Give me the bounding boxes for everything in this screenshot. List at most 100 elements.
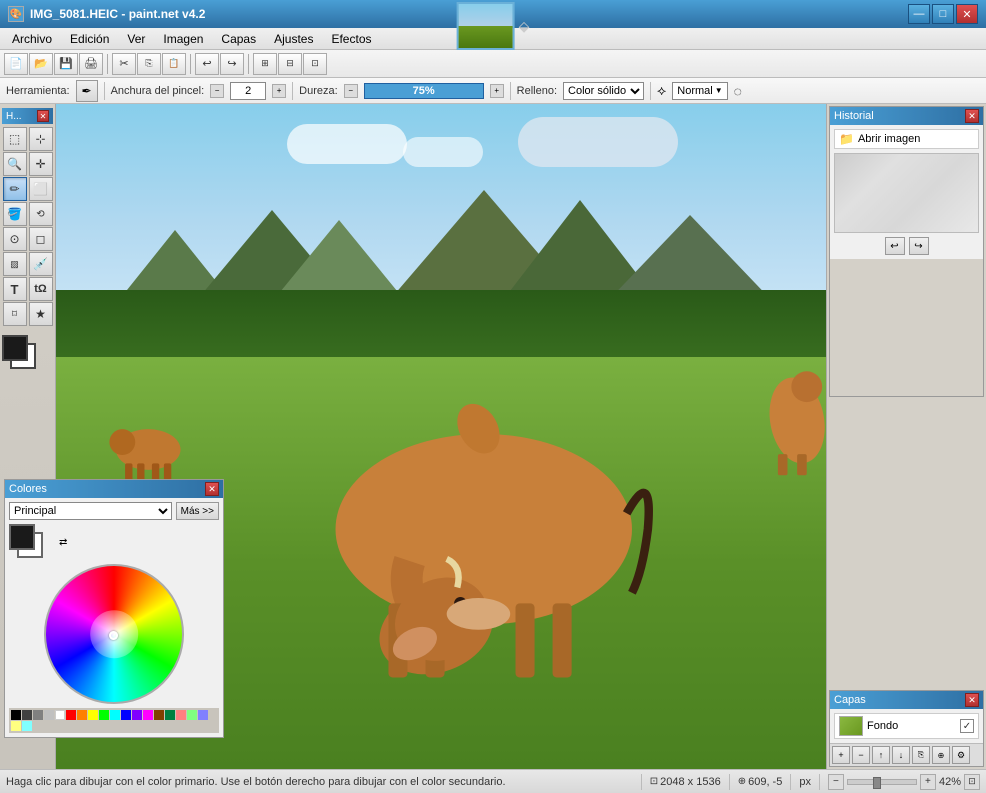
copy-button[interactable]: ⎘ xyxy=(137,53,161,75)
cut-button[interactable]: ✂ xyxy=(112,53,136,75)
close-button[interactable]: ✕ xyxy=(956,4,978,24)
minimize-button[interactable]: — xyxy=(908,4,930,24)
window-controls[interactable]: — □ ✕ xyxy=(908,4,978,24)
zoom-reset-button[interactable]: ⊡ xyxy=(964,774,980,790)
blend-mode-dropdown[interactable]: Normal ▼ xyxy=(672,82,727,100)
zoom-in-button[interactable]: + xyxy=(920,774,936,790)
brush-plus[interactable]: + xyxy=(272,84,286,98)
layer-item-0[interactable]: Fondo ✓ xyxy=(834,713,979,739)
swatch-lime[interactable] xyxy=(99,710,109,720)
history-item-0[interactable]: 📁 Abrir imagen xyxy=(834,129,979,149)
swatch-lightgreen[interactable] xyxy=(187,710,197,720)
layer-delete-button[interactable]: − xyxy=(852,746,870,764)
brush-minus[interactable]: − xyxy=(210,84,224,98)
hardness-plus[interactable]: + xyxy=(490,84,504,98)
colorpick-tool[interactable]: 💉 xyxy=(29,252,53,276)
open-button[interactable]: 📂 xyxy=(29,53,53,75)
history-redo-button[interactable]: ↪ xyxy=(909,237,929,255)
eraser-tool[interactable]: ⬜ xyxy=(29,177,53,201)
history-close-button[interactable]: ✕ xyxy=(965,109,979,123)
layer-down-button[interactable]: ↓ xyxy=(892,746,910,764)
magic-wand-tool[interactable]: ★ xyxy=(29,302,53,326)
save-button[interactable]: 💾 xyxy=(54,53,78,75)
gradient-tool[interactable]: ▨ xyxy=(3,252,27,276)
swatch-yellow[interactable] xyxy=(88,710,98,720)
swatch-magenta[interactable] xyxy=(143,710,153,720)
menu-archivo[interactable]: Archivo xyxy=(4,30,60,48)
layer-up-button[interactable]: ↑ xyxy=(872,746,890,764)
print-button[interactable]: 🖨 xyxy=(79,53,103,75)
zoom-fit-button[interactable]: ⊡ xyxy=(303,53,327,75)
zoom-in-toolbar-button[interactable]: ⊞ xyxy=(253,53,277,75)
swatch-darkgreen[interactable] xyxy=(165,710,175,720)
paste-button[interactable]: 📋 xyxy=(162,53,186,75)
toolbox-close[interactable]: ✕ xyxy=(37,110,49,122)
color-mode-select[interactable]: Principal xyxy=(9,502,172,520)
menu-edicion[interactable]: Edición xyxy=(62,30,117,48)
maximize-button[interactable]: □ xyxy=(932,4,954,24)
swatch-orange[interactable] xyxy=(77,710,87,720)
swatch-cyan[interactable] xyxy=(110,710,120,720)
zoom-slider-thumb[interactable] xyxy=(873,777,881,789)
image-dimensions: 2048 x 1536 xyxy=(660,776,721,788)
primary-color-box[interactable] xyxy=(2,335,28,361)
recolor-tool[interactable]: ⟲ xyxy=(29,202,53,226)
paint-tool[interactable]: ✏ xyxy=(3,177,27,201)
swatch-darkgray[interactable] xyxy=(22,710,32,720)
swatch-brown[interactable] xyxy=(154,710,164,720)
thumbnail[interactable] xyxy=(457,2,515,50)
select-rect-tool[interactable]: ⬚ xyxy=(3,127,27,151)
swatch-red[interactable] xyxy=(66,710,76,720)
zoom-tool[interactable]: 🔍 xyxy=(3,152,27,176)
swatch-lightred[interactable] xyxy=(176,710,186,720)
colors-close-button[interactable]: ✕ xyxy=(205,482,219,496)
layer-properties-button[interactable]: ⚙ xyxy=(952,746,970,764)
alpha-btn[interactable]: ◌ xyxy=(734,83,742,99)
pan-tool[interactable]: ✛ xyxy=(29,152,53,176)
stamp-tool[interactable]: ⊙ xyxy=(3,227,27,251)
fill-select[interactable]: Color sólido xyxy=(563,82,644,100)
swatch-blue[interactable] xyxy=(121,710,131,720)
redo-button[interactable]: ↪ xyxy=(220,53,244,75)
fill-tool[interactable]: 🪣 xyxy=(3,202,27,226)
select-lasso-tool[interactable]: ⊹ xyxy=(29,127,53,151)
zoom-out-button[interactable]: − xyxy=(828,774,844,790)
swatch-gray[interactable] xyxy=(33,710,43,720)
brush-input[interactable] xyxy=(230,82,266,100)
blend-icon[interactable]: ⟡ xyxy=(657,82,666,99)
colors-more-button[interactable]: Más >> xyxy=(176,502,219,520)
primary-color-swatch[interactable] xyxy=(9,524,35,550)
undo-button[interactable]: ↩ xyxy=(195,53,219,75)
menu-ajustes[interactable]: Ajustes xyxy=(266,30,321,48)
swatch-silver[interactable] xyxy=(44,710,54,720)
layer-duplicate-button[interactable]: ⎘ xyxy=(912,746,930,764)
blur-tool[interactable]: ⌑ xyxy=(3,302,27,326)
new-button[interactable]: 📄 xyxy=(4,53,28,75)
swatch-violet[interactable] xyxy=(132,710,142,720)
layer-merge-button[interactable]: ⊕ xyxy=(932,746,950,764)
swatch-lightblue[interactable] xyxy=(198,710,208,720)
zoom-slider[interactable] xyxy=(847,779,917,785)
hardness-bar[interactable]: 75% xyxy=(364,83,484,99)
color-wheel[interactable] xyxy=(44,564,184,704)
layer-visibility-checkbox[interactable]: ✓ xyxy=(960,719,974,733)
menu-efectos[interactable]: Efectos xyxy=(323,30,379,48)
swatch-black[interactable] xyxy=(11,710,21,720)
swatch-white[interactable] xyxy=(55,710,65,720)
shapes-tool[interactable]: ◻ xyxy=(29,227,53,251)
menu-ver[interactable]: Ver xyxy=(119,30,153,48)
layer-add-button[interactable]: + xyxy=(832,746,850,764)
tool-icon[interactable]: ✒ xyxy=(76,80,98,102)
menu-imagen[interactable]: Imagen xyxy=(155,30,211,48)
text2-tool[interactable]: tΩ xyxy=(29,277,53,301)
swap-colors-button[interactable]: ⇄ xyxy=(59,537,67,548)
menu-capas[interactable]: Capas xyxy=(213,30,264,48)
swatch-lightcyan[interactable] xyxy=(22,721,32,731)
swatch-lightyellow[interactable] xyxy=(11,721,21,731)
layers-close-button[interactable]: ✕ xyxy=(965,693,979,707)
text-tool[interactable]: T xyxy=(3,277,27,301)
hardness-minus[interactable]: − xyxy=(344,84,358,98)
brush-label: Anchura del pincel: xyxy=(111,85,205,97)
zoom-out-toolbar-button[interactable]: ⊟ xyxy=(278,53,302,75)
history-undo-button[interactable]: ↩ xyxy=(885,237,905,255)
